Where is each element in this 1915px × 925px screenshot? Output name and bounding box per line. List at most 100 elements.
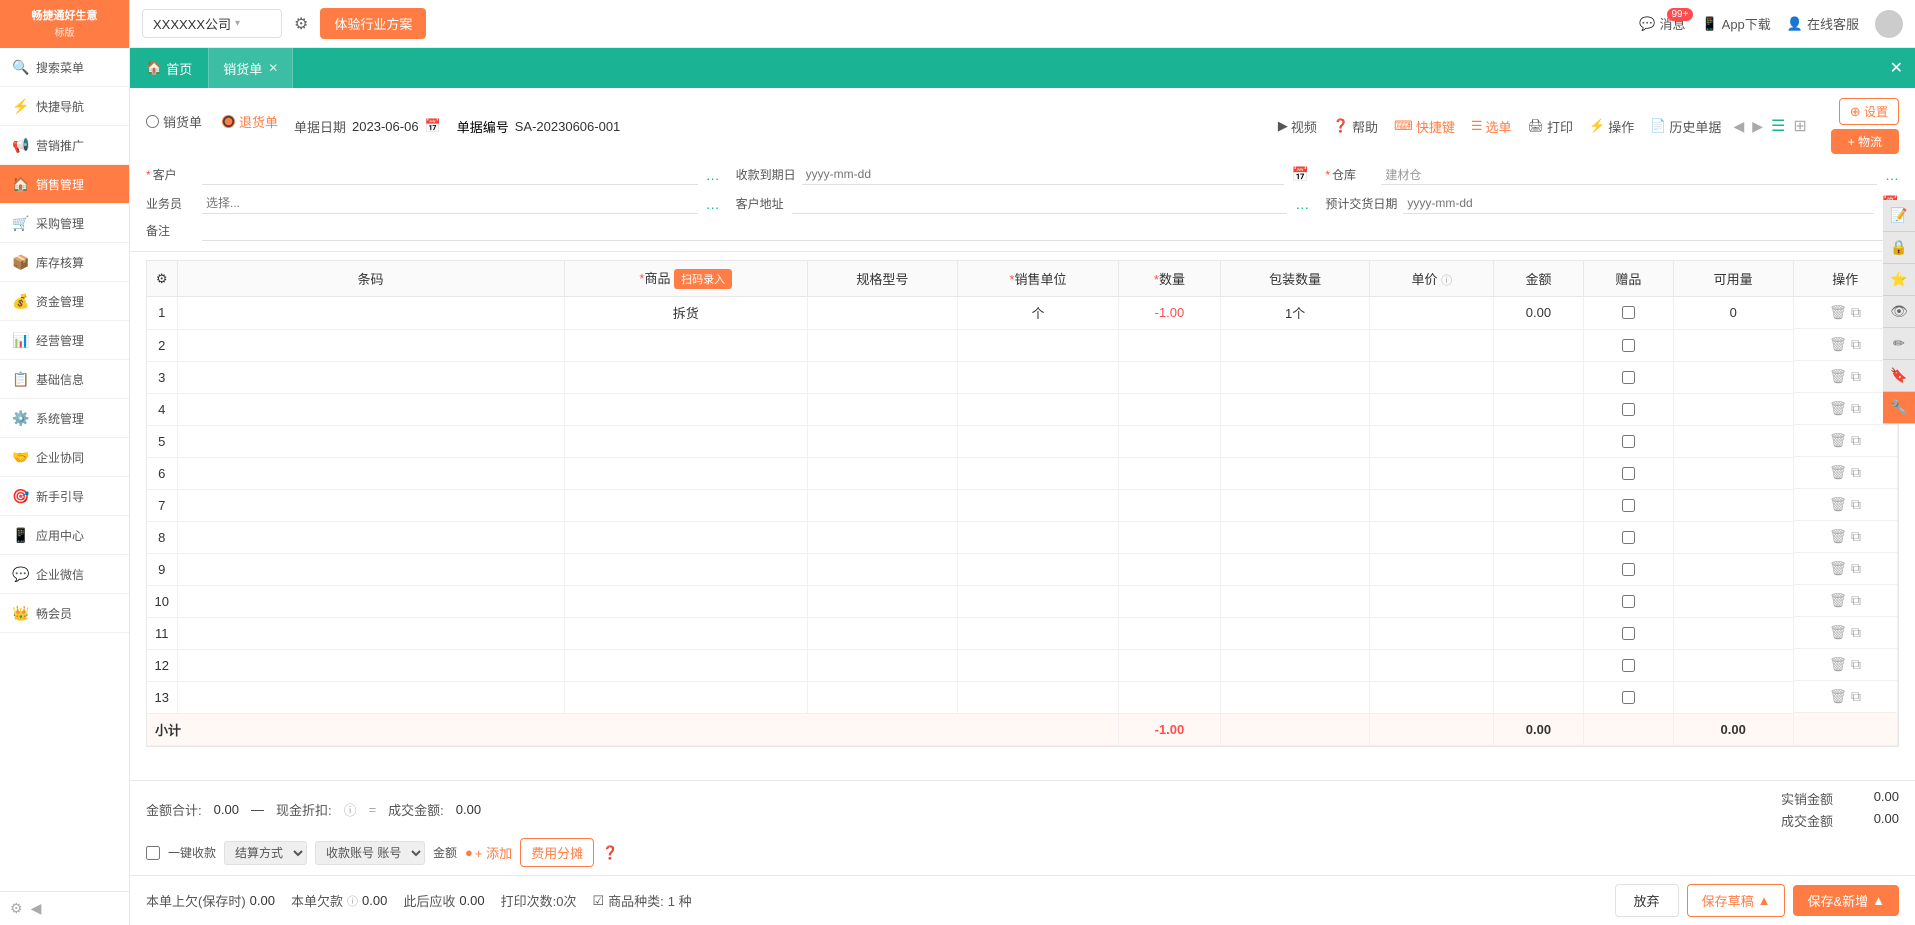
row-gift[interactable] — [1583, 393, 1673, 425]
row-barcode[interactable] — [177, 425, 564, 457]
row-qty[interactable] — [1119, 393, 1221, 425]
row-qty[interactable] — [1119, 521, 1221, 553]
row-barcode[interactable] — [177, 329, 564, 361]
sidebar-item-marketing[interactable]: 📢营销推广 — [0, 126, 129, 165]
copy-icon[interactable]: ⧉ — [1851, 592, 1861, 609]
float-edit-icon[interactable]: ✏ — [1883, 328, 1915, 360]
radio-sales-input[interactable] — [146, 115, 159, 128]
delete-icon[interactable]: 🗑 — [1829, 368, 1847, 385]
sidebar-item-inventory[interactable]: 📦库存核算 — [0, 243, 129, 282]
row-gift[interactable] — [1583, 553, 1673, 585]
barcode-input[interactable] — [184, 627, 558, 641]
prev-icon[interactable]: ◀ — [1733, 118, 1744, 135]
one-click-payment-checkbox[interactable] — [146, 846, 160, 860]
barcode-input[interactable] — [184, 595, 558, 609]
gift-checkbox[interactable] — [1622, 403, 1635, 416]
row-barcode[interactable] — [177, 553, 564, 585]
barcode-input[interactable] — [184, 371, 558, 385]
table-view-icon[interactable]: ☰ — [1771, 116, 1785, 136]
expense-help-icon[interactable]: ❓ — [602, 845, 618, 861]
gift-checkbox[interactable] — [1622, 627, 1635, 640]
row-barcode[interactable] — [177, 489, 564, 521]
warehouse-ellipsis-icon[interactable]: … — [1885, 167, 1899, 183]
copy-icon[interactable]: ⧉ — [1851, 368, 1861, 385]
settings-icon[interactable]: ⚙ — [10, 900, 23, 917]
row-gift[interactable] — [1583, 585, 1673, 617]
payment-method-select[interactable]: 结算方式 — [224, 841, 307, 865]
delete-icon[interactable]: 🗑 — [1829, 336, 1847, 353]
add-payment-button[interactable]: ● + 添加 — [465, 843, 512, 862]
barcode-input[interactable] — [184, 691, 558, 705]
barcode-input[interactable] — [184, 306, 558, 320]
sidebar-item-search[interactable]: 🔍搜索菜单 — [0, 48, 129, 87]
gift-checkbox[interactable] — [1622, 499, 1635, 512]
row-gift[interactable] — [1583, 361, 1673, 393]
save-draft-button[interactable]: 保存草稿 ▲ — [1687, 884, 1786, 917]
sidebar-item-app-center[interactable]: 📱应用中心 — [0, 516, 129, 555]
help-btn[interactable]: ❓ 帮助 — [1329, 115, 1382, 138]
float-bookmark-icon[interactable]: 🔖 — [1883, 360, 1915, 392]
notes-input[interactable] — [202, 220, 1899, 241]
delete-icon[interactable]: 🗑 — [1829, 400, 1847, 417]
tab-sales-order[interactable]: 销货单 ✕ — [209, 48, 293, 88]
settings-button[interactable]: ⊕ 设置 — [1839, 98, 1899, 125]
salesperson-ellipsis-icon[interactable]: … — [706, 196, 720, 212]
print-btn[interactable]: 🖨 打印 — [1524, 115, 1578, 138]
row-barcode[interactable] — [177, 585, 564, 617]
sidebar-item-operation[interactable]: 📊经营管理 — [0, 321, 129, 360]
delete-icon[interactable]: 🗑 — [1829, 656, 1847, 673]
gift-checkbox[interactable] — [1622, 691, 1635, 704]
action-btn[interactable]: ⚡ 操作 — [1585, 115, 1638, 138]
row-gift[interactable] — [1583, 297, 1673, 330]
row-qty[interactable] — [1119, 553, 1221, 585]
gift-checkbox[interactable] — [1622, 435, 1635, 448]
float-star-icon[interactable]: ⭐ — [1883, 264, 1915, 296]
barcode-input[interactable] — [184, 403, 558, 417]
radio-return-input[interactable] — [222, 115, 235, 128]
company-selector[interactable]: XXXXXX公司 ▾ — [142, 9, 282, 38]
trial-button[interactable]: 体验行业方案 — [320, 8, 426, 39]
copy-icon[interactable]: ⧉ — [1851, 464, 1861, 481]
gift-checkbox[interactable] — [1622, 659, 1635, 672]
delete-icon[interactable]: 🗑 — [1829, 304, 1847, 321]
row-barcode[interactable] — [177, 649, 564, 681]
delete-icon[interactable]: 🗑 — [1829, 560, 1847, 577]
sidebar-item-sales[interactable]: 🏠销售管理 — [0, 165, 129, 204]
calendar-icon[interactable]: 📅 — [425, 118, 441, 134]
gift-checkbox[interactable] — [1622, 595, 1635, 608]
row-qty[interactable] — [1119, 617, 1221, 649]
scan-button[interactable]: 扫码录入 — [674, 269, 732, 289]
discard-button[interactable]: 放弃 — [1615, 884, 1679, 917]
row-barcode[interactable] — [177, 361, 564, 393]
discount-info-icon[interactable]: ⓘ — [344, 800, 357, 819]
collapse-icon[interactable]: ◀ — [31, 900, 42, 917]
row-qty[interactable] — [1119, 361, 1221, 393]
copy-icon[interactable]: ⧉ — [1851, 528, 1861, 545]
expense-split-button[interactable]: 费用分摊 — [520, 838, 594, 867]
customer-ellipsis-icon[interactable]: … — [706, 167, 720, 183]
radio-sales[interactable]: 销货单 — [146, 112, 202, 131]
payment-due-calendar-icon[interactable]: 📅 — [1292, 166, 1309, 183]
next-icon[interactable]: ▶ — [1752, 118, 1763, 135]
gift-checkbox[interactable] — [1622, 339, 1635, 352]
delete-icon[interactable]: 🗑 — [1829, 528, 1847, 545]
barcode-input[interactable] — [184, 467, 558, 481]
copy-icon[interactable]: ⧉ — [1851, 560, 1861, 577]
row-gift[interactable] — [1583, 329, 1673, 361]
copy-icon[interactable]: ⧉ — [1851, 432, 1861, 449]
sidebar-item-base[interactable]: 📋基础信息 — [0, 360, 129, 399]
message-button[interactable]: 💬 消息 99+ — [1639, 14, 1685, 33]
delete-icon[interactable]: 🗑 — [1829, 592, 1847, 609]
copy-icon[interactable]: ⧉ — [1851, 304, 1861, 321]
grid-view-icon[interactable]: ⊞ — [1793, 116, 1806, 136]
row-qty[interactable] — [1119, 425, 1221, 457]
float-action-icon[interactable]: 🔧 — [1883, 392, 1915, 424]
gift-checkbox[interactable] — [1622, 531, 1635, 544]
radio-return[interactable]: 退货单 — [222, 112, 278, 131]
copy-icon[interactable]: ⧉ — [1851, 400, 1861, 417]
sidebar-item-guide[interactable]: 🎯新手引导 — [0, 477, 129, 516]
save-new-button[interactable]: 保存&新增 ▲ — [1793, 885, 1899, 916]
row-barcode[interactable] — [177, 457, 564, 489]
row-barcode[interactable] — [177, 681, 564, 713]
row-gift[interactable] — [1583, 489, 1673, 521]
